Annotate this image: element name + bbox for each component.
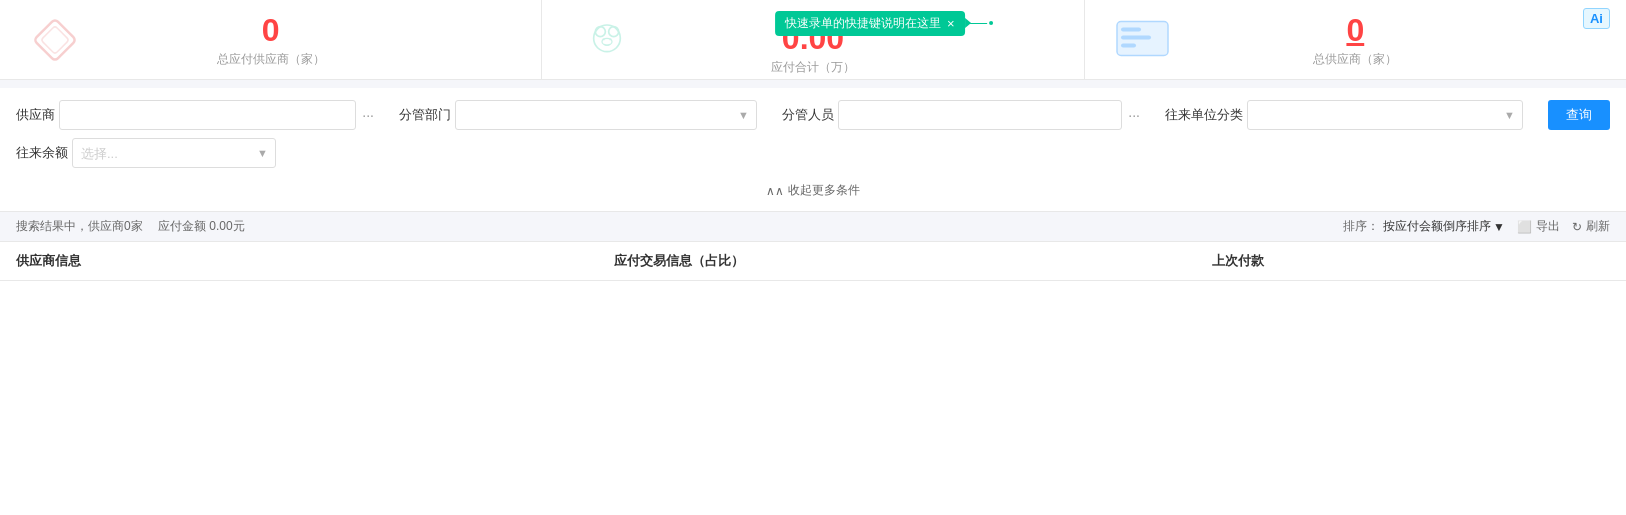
ai-badge[interactable]: Ai (1583, 8, 1610, 29)
export-icon: ⬜ (1517, 220, 1532, 234)
svg-rect-11 (1121, 43, 1136, 47)
svg-point-4 (609, 26, 619, 36)
result-summary: 搜索结果中，供应商0家 应付金额 0.00元 (16, 218, 245, 235)
balance-field: 往来余额 选择... ▼ (16, 138, 276, 168)
export-button[interactable]: ⬜ 导出 (1517, 218, 1560, 235)
balance-label: 往来余额 (16, 144, 68, 162)
refresh-button[interactable]: ↻ 刷新 (1572, 218, 1610, 235)
refresh-icon: ↻ (1572, 220, 1582, 234)
unit-category-field: 往来单位分类 ▼ (1165, 100, 1523, 130)
stat-total-payable-suppliers: 0 总应付供应商（家） (0, 0, 542, 79)
department-select[interactable] (455, 100, 757, 130)
tooltip-text: 快速录单的快捷键说明在这里 (785, 15, 941, 32)
col-header-supplier: 供应商信息 (16, 252, 614, 270)
sort-select-wrap: 排序： 按应付会额倒序排序 ▼ (1343, 218, 1505, 235)
col-header-transaction: 应付交易信息（占比） (614, 252, 1212, 270)
payable-total-label: 应付合计（万） (771, 59, 855, 76)
query-button[interactable]: 查询 (1548, 100, 1610, 130)
svg-point-6 (603, 37, 606, 40)
total-payable-label: 总应付供应商（家） (217, 51, 325, 68)
person-field: 分管人员 ··· (782, 100, 1140, 130)
unit-category-label: 往来单位分类 (1165, 106, 1243, 124)
export-label: 导出 (1536, 218, 1560, 235)
refresh-label: 刷新 (1586, 218, 1610, 235)
unit-category-select[interactable] (1247, 100, 1523, 130)
collapse-bar: ∧∧ 收起更多条件 (16, 176, 1610, 203)
svg-rect-10 (1121, 35, 1151, 39)
stat-payable-total: 快速录单的快捷键说明在这里 × 0.00 应付合计（万） (542, 0, 1084, 79)
koala-icon (582, 15, 632, 65)
svg-rect-9 (1121, 27, 1141, 31)
department-field: 分管部门 ▼ (399, 100, 757, 130)
sort-label: 排序： (1343, 218, 1379, 235)
result-bar: 搜索结果中，供应商0家 应付金额 0.00元 排序： 按应付会额倒序排序 ▼ ⬜… (0, 212, 1626, 242)
supplier-input-wrap (59, 100, 356, 130)
supplier-field: 供应商 ··· (16, 100, 374, 130)
total-suppliers-label: 总供应商（家） (1313, 51, 1397, 68)
filter-row-1: 供应商 ··· 分管部门 ▼ 分管人员 ··· (16, 100, 1610, 130)
tooltip-bubble: 快速录单的快捷键说明在这里 × (775, 11, 965, 36)
collapse-label: 收起更多条件 (788, 182, 860, 199)
supplier-label: 供应商 (16, 106, 55, 124)
sort-arrow-icon: ▼ (1493, 220, 1505, 234)
person-label: 分管人员 (782, 106, 834, 124)
summary-icon (1115, 19, 1170, 60)
collapse-up-icon: ∧∧ (766, 184, 784, 198)
col-header-lastpay: 上次付款 (1212, 252, 1611, 270)
table-body (0, 281, 1626, 515)
svg-rect-0 (34, 18, 76, 60)
unit-category-select-wrap: ▼ (1247, 100, 1523, 130)
diamond-icon (30, 15, 80, 65)
balance-select[interactable]: 选择... (72, 138, 276, 168)
supplier-dots[interactable]: ··· (362, 107, 374, 123)
total-payable-value: 0 (262, 11, 280, 49)
result-amount: 应付金额 0.00元 (158, 219, 245, 233)
person-input[interactable] (838, 100, 1122, 130)
total-suppliers-value[interactable]: 0 (1346, 11, 1364, 49)
table-header: 供应商信息 应付交易信息（占比） 上次付款 (0, 242, 1626, 281)
supplier-input[interactable] (59, 100, 356, 130)
stats-bar: 0 总应付供应商（家） 快速录单的快捷键说明在这里 × 0.00 (0, 0, 1626, 80)
svg-point-3 (596, 26, 606, 36)
svg-point-7 (609, 37, 612, 40)
collapse-button[interactable]: ∧∧ 收起更多条件 (766, 182, 860, 199)
stat-total-suppliers: 0 总供应商（家） Ai (1085, 0, 1626, 79)
balance-select-wrap: 选择... ▼ (72, 138, 276, 168)
result-text: 搜索结果中，供应商0家 (16, 219, 143, 233)
sort-value[interactable]: 按应付会额倒序排序 ▼ (1383, 218, 1505, 235)
department-select-wrap: ▼ (455, 100, 757, 130)
tooltip-close[interactable]: × (947, 17, 955, 30)
table-area: 供应商信息 应付交易信息（占比） 上次付款 (0, 242, 1626, 515)
person-input-wrap (838, 100, 1122, 130)
person-dots[interactable]: ··· (1128, 107, 1140, 123)
filter-row-2: 往来余额 选择... ▼ (16, 138, 1610, 168)
department-label: 分管部门 (399, 106, 451, 124)
filter-area: 供应商 ··· 分管部门 ▼ 分管人员 ··· (0, 88, 1626, 212)
result-bar-right: 排序： 按应付会额倒序排序 ▼ ⬜ 导出 ↻ 刷新 (1343, 218, 1610, 235)
